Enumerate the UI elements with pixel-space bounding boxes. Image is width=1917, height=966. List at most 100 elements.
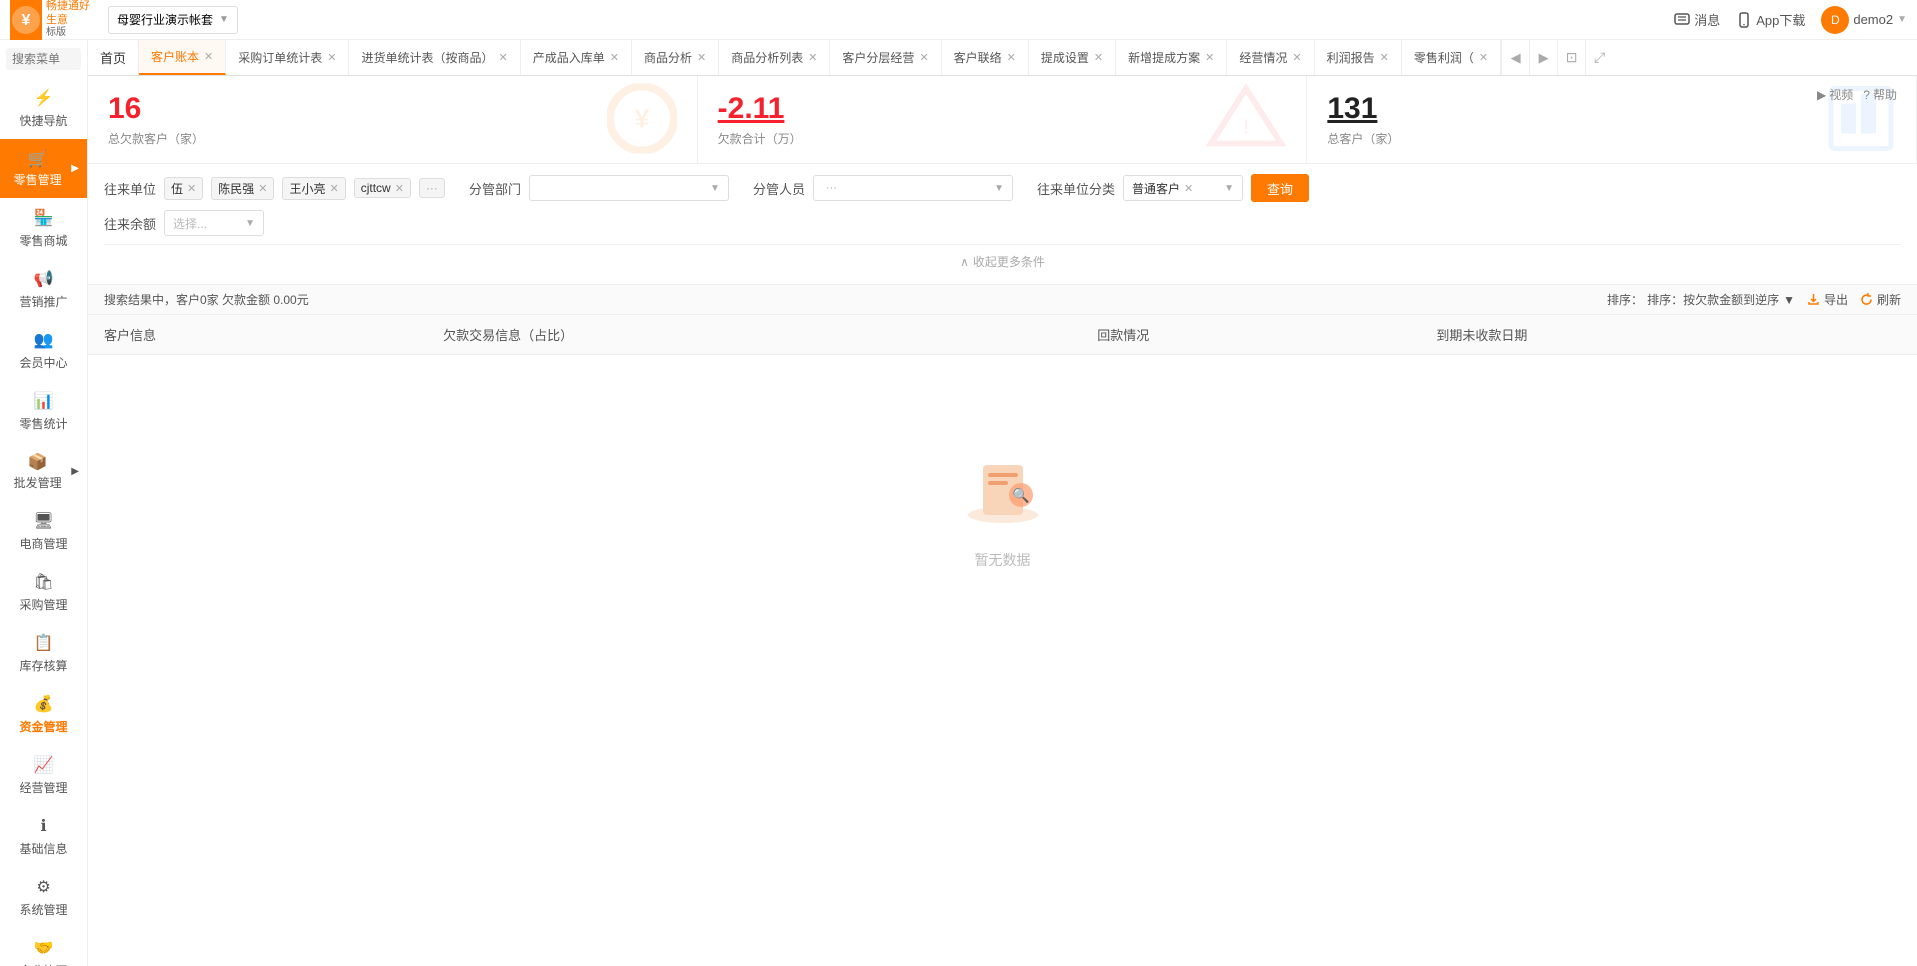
help-doc-btn[interactable]: ? 帮助 bbox=[1863, 86, 1897, 103]
tab-profit-report[interactable]: 利润报告 ✕ bbox=[1315, 40, 1402, 75]
collapse-area: ∧ 收起更多条件 bbox=[104, 244, 1901, 274]
visit-balance-select[interactable]: 选择... ▼ bbox=[164, 210, 264, 236]
empty-icon: 🔍 bbox=[953, 435, 1053, 538]
refresh-btn[interactable]: 刷新 bbox=[1860, 291, 1901, 308]
retail-mall-icon: 🏪 bbox=[34, 208, 54, 228]
owe-customers-label: 总欠款客户（家） bbox=[108, 130, 677, 147]
sidebar-item-enterprise-collab[interactable]: 🤝 企业协同 bbox=[0, 928, 87, 966]
tab-operation-situation[interactable]: 经营情况 ✕ bbox=[1227, 40, 1314, 75]
export-btn[interactable]: 导出 bbox=[1807, 291, 1848, 308]
owe-customers-bg-icon: ¥ bbox=[607, 83, 677, 153]
tab-goods-stats[interactable]: 进货单统计表（按商品） ✕ bbox=[349, 40, 520, 75]
result-actions: 排序： 排序：按欠款金额到逆序 ▼ 导出 刷新 bbox=[1607, 291, 1901, 308]
tab-close-goods-stats[interactable]: ✕ bbox=[499, 51, 508, 64]
help-video-btn[interactable]: ▶ 视频 bbox=[1817, 86, 1853, 103]
svg-text:¥: ¥ bbox=[634, 103, 649, 133]
sidebar-item-operations[interactable]: 📈 经营管理 bbox=[0, 745, 87, 806]
tag-close-wang[interactable]: ✕ bbox=[330, 182, 339, 195]
tab-home[interactable]: 首页 bbox=[88, 40, 139, 75]
retail-stats-icon: 📊 bbox=[34, 391, 54, 411]
sidebar-item-finance[interactable]: 💰 资金管理 bbox=[0, 684, 87, 745]
account-selector[interactable]: 母婴行业演示帐套 ▼ bbox=[108, 6, 238, 34]
inventory-icon: 📋 bbox=[34, 633, 54, 653]
collapse-btn[interactable]: ∧ 收起更多条件 bbox=[948, 249, 1057, 274]
tab-close-profit-report[interactable]: ✕ bbox=[1380, 51, 1389, 64]
retail-mgmt-icon: 🛒 bbox=[28, 149, 48, 169]
tab-purchase-order-stats[interactable]: 采购订单统计表 ✕ bbox=[226, 40, 349, 75]
tab-close-operation-situation[interactable]: ✕ bbox=[1292, 51, 1301, 64]
table-container: 客户信息 欠款交易信息（占比） 回款情况 到期未收款日期 bbox=[88, 315, 1917, 966]
balance-chevron-icon: ▼ bbox=[245, 218, 255, 229]
tag-close-wu[interactable]: ✕ bbox=[187, 182, 196, 195]
tab-close-customer-contact[interactable]: ✕ bbox=[1007, 51, 1016, 64]
tab-close-purchase-order-stats[interactable]: ✕ bbox=[327, 51, 336, 64]
tab-nav-prev[interactable]: ◀ bbox=[1501, 40, 1529, 76]
user-area[interactable]: D demo2 ▼ bbox=[1821, 6, 1907, 34]
sidebar-item-marketing[interactable]: 📢 营销推广 bbox=[0, 259, 87, 320]
search-input[interactable] bbox=[6, 48, 81, 70]
tab-cost-in[interactable]: 产成品入库单 ✕ bbox=[521, 40, 632, 75]
operations-icon: 📈 bbox=[34, 755, 54, 775]
filter-more-btn[interactable]: ··· bbox=[419, 178, 445, 198]
sidebar-item-retail-mgmt[interactable]: 🛒 零售管理 ▶ bbox=[0, 139, 87, 198]
tab-fullscreen-btn[interactable]: ⤢ bbox=[1585, 40, 1613, 76]
tab-nav-next[interactable]: ▶ bbox=[1529, 40, 1557, 76]
sort-chevron-icon: ▼ bbox=[1783, 293, 1795, 307]
dept-label: 分管部门 bbox=[469, 179, 521, 198]
tab-close-raise-settings[interactable]: ✕ bbox=[1094, 51, 1103, 64]
export-icon bbox=[1807, 293, 1820, 306]
tab-raise-settings[interactable]: 提成设置 ✕ bbox=[1029, 40, 1116, 75]
app-download-btn[interactable]: App下载 bbox=[1736, 10, 1805, 29]
message-icon bbox=[1674, 12, 1690, 28]
sidebar-item-purchase[interactable]: 🛍 采购管理 bbox=[0, 562, 87, 623]
total-customers-label: 总客户（家） bbox=[1327, 130, 1896, 147]
query-btn[interactable]: 查询 bbox=[1251, 174, 1309, 202]
tab-close-goods-analysis[interactable]: ✕ bbox=[697, 51, 706, 64]
sidebar-item-retail-stats[interactable]: 📊 零售统计 bbox=[0, 381, 87, 442]
tab-retail-profit[interactable]: 零售利润（ ✕ bbox=[1402, 40, 1501, 75]
visit-unit-label: 往来单位 bbox=[104, 179, 156, 198]
tag-close-cjttcw[interactable]: ✕ bbox=[395, 182, 404, 195]
empty-state: 🔍 暂无数据 bbox=[88, 355, 1917, 650]
tab-customer-tier[interactable]: 客户分层经营 ✕ bbox=[830, 40, 941, 75]
person-select[interactable]: ··· ▼ bbox=[813, 175, 1013, 201]
sidebar-item-system[interactable]: ⚙ 系统管理 bbox=[0, 867, 87, 928]
sidebar-item-basic-info[interactable]: ℹ 基础信息 bbox=[0, 806, 87, 867]
purchase-icon: 🛍 bbox=[33, 572, 53, 592]
owe-total-bg-icon: ! bbox=[1206, 83, 1286, 153]
tab-customer-account[interactable]: 客户账本 ✕ bbox=[139, 40, 226, 75]
sidebar-item-ecommerce[interactable]: 🖥 电商管理 bbox=[0, 501, 87, 562]
logo-text: 畅捷通好生意 标版 bbox=[42, 0, 98, 38]
sidebar-item-member-center[interactable]: 👥 会员中心 bbox=[0, 320, 87, 381]
tab-new-raise-plan[interactable]: 新增提成方案 ✕ bbox=[1116, 40, 1227, 75]
tag-close-normal-customer[interactable]: ✕ bbox=[1184, 182, 1193, 195]
data-table: 客户信息 欠款交易信息（占比） 回款情况 到期未收款日期 bbox=[88, 315, 1917, 355]
owe-customers-number: 16 bbox=[108, 92, 677, 126]
tab-close-customer-tier[interactable]: ✕ bbox=[919, 51, 928, 64]
unit-class-select[interactable]: 普通客户 ✕ ▼ bbox=[1123, 175, 1243, 201]
tab-goods-analysis[interactable]: 商品分析 ✕ bbox=[632, 40, 719, 75]
tab-customer-contact[interactable]: 客户联络 ✕ bbox=[942, 40, 1029, 75]
sidebar-item-retail-mall[interactable]: 🏪 零售商城 bbox=[0, 198, 87, 259]
tab-close-customer-account[interactable]: ✕ bbox=[204, 50, 213, 63]
dept-select[interactable]: ▼ bbox=[529, 175, 729, 201]
basic-info-icon: ℹ bbox=[40, 816, 46, 836]
sidebar-item-batch-mgmt[interactable]: 📦 批发管理 ▶ bbox=[0, 442, 87, 501]
tab-close-goods-analysis-list[interactable]: ✕ bbox=[808, 51, 817, 64]
tab-goods-analysis-list[interactable]: 商品分析列表 ✕ bbox=[719, 40, 830, 75]
tab-close-cost-in[interactable]: ✕ bbox=[610, 51, 619, 64]
message-btn[interactable]: 消息 bbox=[1674, 10, 1720, 29]
sidebar-item-quick-nav[interactable]: ⚡ 快捷导航 bbox=[0, 78, 87, 139]
tab-close-new-raise-plan[interactable]: ✕ bbox=[1205, 51, 1214, 64]
avatar: D bbox=[1821, 6, 1849, 34]
filter-row-1: 往来单位 伍 ✕ 陈民强 ✕ 王小亮 ✕ cjttcw bbox=[104, 174, 1901, 202]
sort-select[interactable]: 排序： 排序：按欠款金额到逆序 ▼ bbox=[1607, 291, 1795, 308]
filter-row-2: 往来余额 选择... ▼ bbox=[104, 210, 1901, 236]
tag-close-chen[interactable]: ✕ bbox=[258, 182, 267, 195]
person-more-btn[interactable]: ··· bbox=[826, 182, 837, 194]
tab-restore-btn[interactable]: ⊡ bbox=[1557, 40, 1585, 76]
finance-icon: 💰 bbox=[34, 694, 54, 714]
sidebar-item-inventory[interactable]: 📋 库存核算 bbox=[0, 623, 87, 684]
tab-close-retail-profit[interactable]: ✕ bbox=[1479, 51, 1488, 64]
content-area: 首页 客户账本 ✕ 采购订单统计表 ✕ 进货单统计表（按商品） ✕ 产成品入库单… bbox=[88, 40, 1917, 966]
